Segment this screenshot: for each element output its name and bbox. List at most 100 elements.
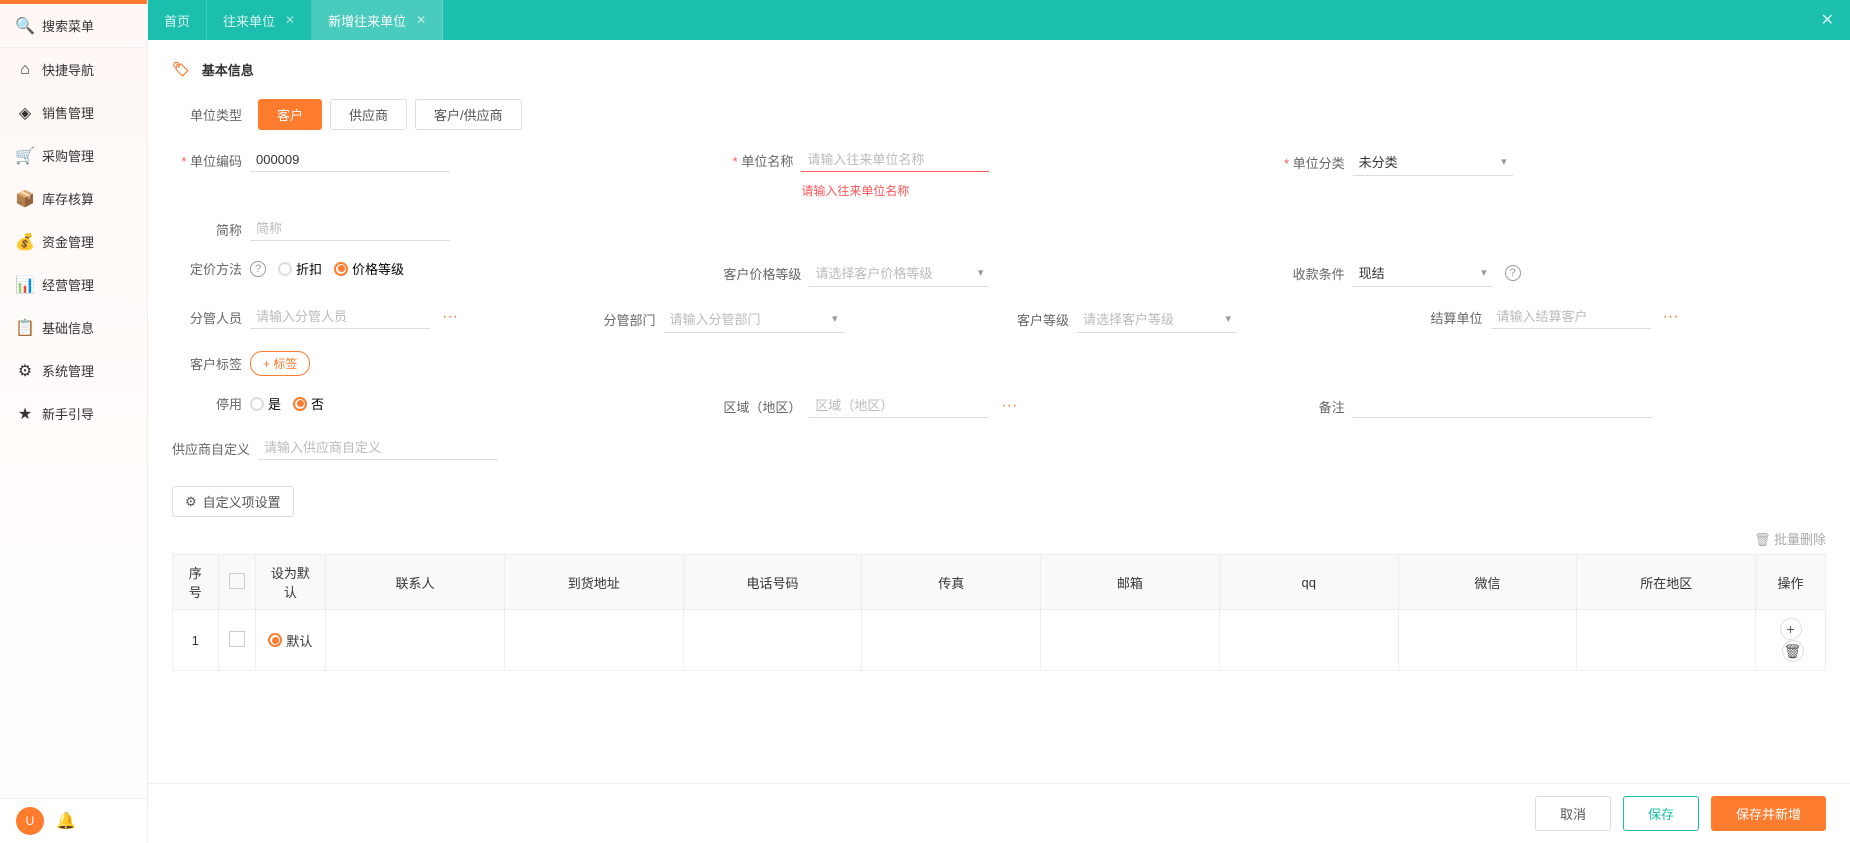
row-phone-input[interactable]: [694, 633, 852, 648]
col-seq: 序号: [173, 555, 219, 610]
table-header-row: 序号 设为默认 联系人 到货地址 电话号码 传真 邮箱 qq 微信 所在地区 操…: [173, 555, 1826, 610]
unit-code-label: 单位编码: [172, 151, 242, 170]
row-add-button[interactable]: +: [1780, 618, 1802, 640]
region-group: 区域（地区） ···: [723, 394, 1274, 418]
supplier-custom-input[interactable]: [258, 436, 498, 460]
remarks-input[interactable]: [1353, 394, 1653, 418]
unit-type-buttons: 客户 供应商 客户/供应商: [258, 99, 522, 130]
tab-new-partner-close[interactable]: ✕: [416, 13, 426, 27]
operations-icon: 📊: [16, 276, 34, 294]
row-contact-input[interactable]: [336, 633, 494, 648]
sidebar-item-sales[interactable]: ◈ 销售管理: [0, 91, 147, 134]
unit-category-select[interactable]: 未分类 ▾: [1353, 148, 1513, 176]
cancel-button[interactable]: 取消: [1535, 796, 1611, 831]
manager-row: 分管人员 ··· 分管部门 请输入分管部门 ▾ 客户等级 请选择客户等级 ▾ 结…: [172, 305, 1826, 333]
tab-bar: 首页 往来单位 ✕ 新增往来单位 ✕ ✕: [148, 0, 1850, 40]
remarks-label: 备注: [1275, 397, 1345, 416]
unit-name-input[interactable]: [801, 148, 989, 172]
sidebar-item-finance[interactable]: 💰 资金管理: [0, 220, 147, 263]
customer-price-level-placeholder: 请选择客户价格等级: [815, 263, 932, 282]
short-name-row: 简称: [172, 217, 1826, 241]
sidebar-item-operations[interactable]: 📊 经营管理: [0, 263, 147, 306]
manager-group: 分管人员 ···: [172, 305, 586, 329]
tab-home-label: 首页: [164, 11, 190, 30]
department-select[interactable]: 请输入分管部门 ▾: [664, 305, 844, 333]
tab-new-partner[interactable]: 新增往来单位 ✕: [312, 0, 443, 40]
col-email: 邮箱: [1041, 555, 1220, 610]
customer-level-chevron: ▾: [1225, 312, 1231, 325]
manager-ellipsis[interactable]: ···: [438, 308, 462, 326]
custom-settings-button[interactable]: ⚙ 自定义项设置: [172, 486, 294, 517]
sidebar-item-inventory[interactable]: 📦 库存核算: [0, 177, 147, 220]
sidebar-item-base-info[interactable]: 📋 基础信息: [0, 306, 147, 349]
row-delete-button[interactable]: 🗑: [1782, 640, 1804, 662]
payment-terms-group: 收款条件 现结 ▾ ?: [1275, 259, 1826, 287]
short-name-input[interactable]: [250, 217, 450, 241]
unit-category-value: 未分类: [1359, 152, 1398, 171]
pricing-help-icon[interactable]: ?: [250, 261, 266, 277]
pricing-method-group: 定价方法 ? 折扣 价格等级: [172, 259, 723, 278]
row-region-input[interactable]: [1587, 633, 1745, 648]
customer-price-level-select[interactable]: 请选择客户价格等级 ▾: [809, 259, 989, 287]
cell-fax: [862, 610, 1041, 671]
row-address-input[interactable]: [515, 633, 673, 648]
save-new-button[interactable]: 保存并新增: [1711, 796, 1826, 831]
settlement-unit-input[interactable]: [1491, 305, 1651, 329]
customer-price-level-chevron: ▾: [978, 266, 984, 279]
col-phone: 电话号码: [683, 555, 862, 610]
section-header: 🏷 基本信息: [172, 60, 1826, 79]
radio-disabled-no-label: 否: [311, 394, 324, 413]
tab-partners-close[interactable]: ✕: [285, 13, 295, 27]
col-region: 所在地区: [1577, 555, 1756, 610]
region-ellipsis[interactable]: ···: [997, 397, 1021, 415]
customer-tag-group: 客户标签 + 标签: [172, 351, 1826, 376]
tab-home[interactable]: 首页: [148, 0, 207, 40]
col-default: 设为默认: [255, 555, 326, 610]
radio-price-level[interactable]: 价格等级: [334, 259, 404, 278]
cell-region: [1577, 610, 1756, 671]
type-btn-supplier[interactable]: 供应商: [330, 99, 407, 130]
customer-level-group: 客户等级 请选择客户等级 ▾: [999, 305, 1413, 333]
radio-discount-circle: [278, 262, 292, 276]
type-btn-both[interactable]: 客户/供应商: [415, 99, 522, 130]
unit-code-input[interactable]: [250, 148, 450, 172]
row-default-radio[interactable]: [268, 633, 282, 647]
radio-discount[interactable]: 折扣: [278, 259, 322, 278]
customer-level-select[interactable]: 请选择客户等级 ▾: [1077, 305, 1237, 333]
supplier-custom-group: 供应商自定义: [172, 436, 1826, 460]
manager-input[interactable]: [250, 305, 430, 329]
row-wechat-input[interactable]: [1409, 633, 1567, 648]
sidebar-item-quick-nav[interactable]: ⌂ 快捷导航: [0, 48, 147, 91]
pricing-method-label: 定价方法: [172, 259, 242, 278]
row-email-input[interactable]: [1051, 633, 1209, 648]
header-checkbox[interactable]: [229, 573, 245, 589]
type-btn-customer[interactable]: 客户: [258, 99, 322, 130]
row-qq-input[interactable]: [1230, 633, 1388, 648]
payment-help-icon[interactable]: ?: [1505, 265, 1521, 281]
settlement-unit-ellipsis[interactable]: ···: [1659, 308, 1683, 326]
custom-settings-icon: ⚙: [185, 494, 197, 510]
sidebar-item-guide[interactable]: ★ 新手引导: [0, 392, 147, 435]
batch-delete-label[interactable]: 批量删除: [1774, 532, 1826, 547]
sidebar-item-system[interactable]: ⚙ 系统管理: [0, 349, 147, 392]
row-checkbox[interactable]: [229, 631, 245, 647]
sidebar-item-search[interactable]: 🔍 搜索菜单: [0, 4, 147, 48]
contact-table: 序号 设为默认 联系人 到货地址 电话号码 传真 邮箱 qq 微信 所在地区 操…: [172, 554, 1826, 671]
radio-disabled-no[interactable]: 否: [293, 394, 324, 413]
tab-partners[interactable]: 往来单位 ✕: [207, 0, 312, 40]
region-input[interactable]: [809, 394, 989, 418]
add-tag-button[interactable]: + 标签: [250, 351, 310, 376]
col-contact: 联系人: [326, 555, 505, 610]
cell-phone: [683, 610, 862, 671]
tab-bar-close-button[interactable]: ✕: [1805, 0, 1850, 40]
sidebar-item-purchase[interactable]: 🛒 采购管理: [0, 134, 147, 177]
disabled-region-row: 停用 是 否 区域（地区） ··· 备注: [172, 394, 1826, 418]
radio-disabled-yes[interactable]: 是: [250, 394, 281, 413]
payment-terms-select[interactable]: 现结 ▾: [1353, 259, 1493, 287]
sidebar-notification-icon: 🔔: [56, 811, 76, 831]
save-button[interactable]: 保存: [1623, 796, 1699, 831]
row-fax-input[interactable]: [872, 633, 1030, 648]
cell-wechat: [1398, 610, 1577, 671]
code-name-category-row: 单位编码 单位名称 请输入往来单位名称 单位分类 未分类 ▾: [172, 148, 1826, 199]
col-fax: 传真: [862, 555, 1041, 610]
